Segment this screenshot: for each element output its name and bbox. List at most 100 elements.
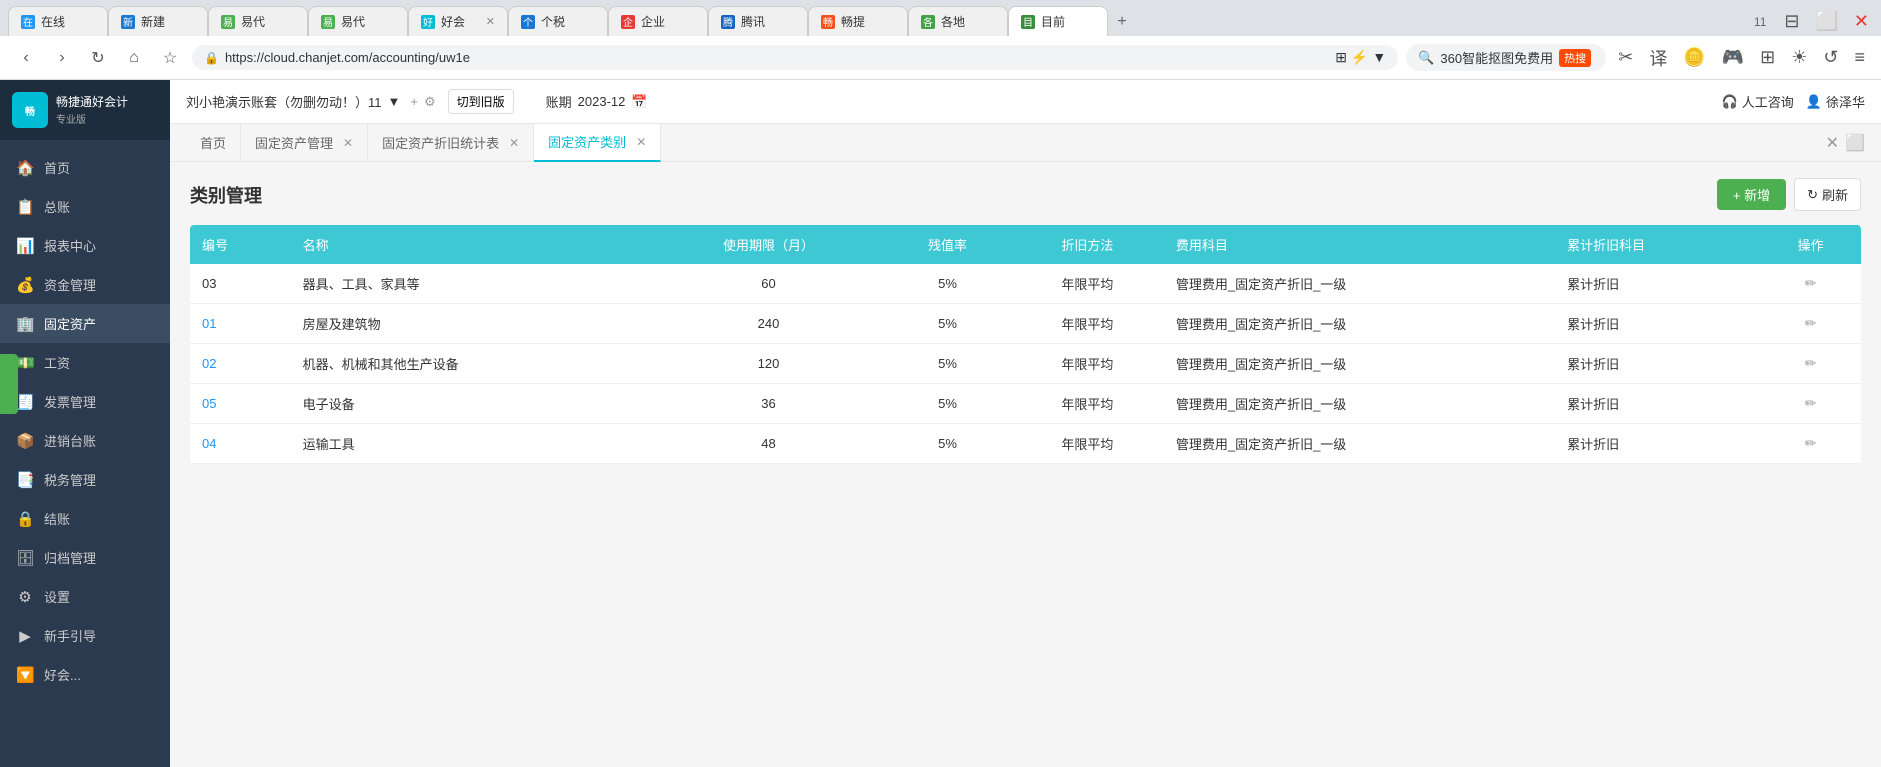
- browser-chrome: 在 在线 新 新建 易 易代 易 易代 好 好会 ✕ 个 个税 企 企业 腾: [0, 0, 1881, 80]
- restore-window-button[interactable]: ⊟: [1780, 7, 1803, 36]
- td-name-r5: 运输工具: [291, 424, 653, 464]
- game-tool[interactable]: 🎮: [1718, 43, 1748, 72]
- td-code-r2[interactable]: 01: [190, 304, 291, 344]
- sidebar-item-guide[interactable]: ▶ 新手引导: [0, 616, 170, 655]
- browser-tab-qiye[interactable]: 企 企业: [608, 6, 708, 36]
- inventory-icon: 📦: [16, 432, 34, 450]
- sidebar-item-invoice[interactable]: 🧾 发票管理: [0, 382, 170, 421]
- edit-button-r3[interactable]: ✏: [1805, 355, 1817, 371]
- refresh-button[interactable]: ↻ 刷新: [1794, 178, 1861, 211]
- coin-tool[interactable]: 🪙: [1679, 43, 1709, 72]
- forward-button[interactable]: ›: [48, 44, 76, 72]
- customer-service-button[interactable]: 🎧 人工咨询: [1722, 92, 1794, 111]
- sidebar-item-settlement[interactable]: 🔒 结账: [0, 499, 170, 538]
- home-icon: 🏠: [16, 159, 34, 177]
- sidebar-item-label-inventory: 进销台账: [44, 431, 96, 450]
- sidebar-item-inventory[interactable]: 📦 进销台账: [0, 421, 170, 460]
- reload-button[interactable]: ↻: [84, 44, 112, 72]
- browser-tab-gedi[interactable]: 各 各地: [908, 6, 1008, 36]
- edit-button-r4[interactable]: ✏: [1805, 395, 1817, 411]
- home-button[interactable]: ⌂: [120, 44, 148, 72]
- back-button[interactable]: ‹: [12, 44, 40, 72]
- main-content: 类别管理 + 新增 ↻ 刷新 编号 名称 使用期限（月）: [170, 162, 1881, 767]
- logo-text: 畅捷通好会计 专业版: [56, 94, 128, 126]
- tab-close-all-button[interactable]: ✕: [1826, 133, 1839, 153]
- th-residual: 残值率: [884, 225, 1011, 264]
- sidebar-item-fixed-assets[interactable]: 🏢 固定资产: [0, 304, 170, 343]
- add-account-button[interactable]: +: [410, 94, 418, 109]
- sidebar-item-tax[interactable]: 📑 税务管理: [0, 460, 170, 499]
- edit-button-r2[interactable]: ✏: [1805, 315, 1817, 331]
- history-tool[interactable]: ↺: [1819, 43, 1842, 72]
- browser-tab-geshui[interactable]: 个 个税: [508, 6, 608, 36]
- edit-button-r5[interactable]: ✏: [1805, 435, 1817, 451]
- td-name-r1: 器具、工具、家具等: [291, 264, 653, 304]
- td-code-r3[interactable]: 02: [190, 344, 291, 384]
- sidebar-item-more[interactable]: 🔽 好会...: [0, 655, 170, 694]
- app-header: 刘小艳演示账套（勿删勿动！）11 ▼ + ⚙ 切到旧版 账期 2023-12 📅…: [170, 80, 1881, 124]
- qr-icon[interactable]: ⊞: [1335, 49, 1347, 66]
- table-row: 04 运输工具 48 5% 年限平均 管理费用_固定资产折旧_一级 累计折旧 ✏: [190, 424, 1861, 464]
- td-code-r4[interactable]: 05: [190, 384, 291, 424]
- add-button[interactable]: + 新增: [1717, 179, 1786, 210]
- td-expense-r1: 管理费用_固定资产折旧_一级: [1164, 264, 1555, 304]
- translate-tool[interactable]: 译: [1645, 41, 1671, 75]
- browser-tab-changti[interactable]: 畅 畅提: [808, 6, 908, 36]
- calendar-button[interactable]: 📅: [631, 94, 647, 110]
- archive-icon: 🗄: [16, 549, 34, 567]
- theme-tool[interactable]: ☀: [1787, 43, 1811, 72]
- lightning-icon[interactable]: ⚡: [1351, 49, 1368, 66]
- browser-tab-zaixin[interactable]: 在 在线: [8, 6, 108, 36]
- sidebar-item-home[interactable]: 🏠 首页: [0, 148, 170, 187]
- dropdown-icon[interactable]: ▼: [1372, 49, 1386, 66]
- close-window-button[interactable]: ✕: [1850, 7, 1873, 36]
- right-panel: 刘小艳演示账套（勿删勿动！）11 ▼ + ⚙ 切到旧版 账期 2023-12 📅…: [170, 80, 1881, 767]
- switch-to-old-version-button[interactable]: 切到旧版: [448, 89, 514, 114]
- sidebar-item-reports[interactable]: 📊 报表中心: [0, 226, 170, 265]
- tab-fixed-asset-mgmt-close[interactable]: ✕: [343, 136, 353, 150]
- funds-icon: 💰: [16, 276, 34, 294]
- table-row: 05 电子设备 36 5% 年限平均 管理费用_固定资产折旧_一级 累计折旧 ✏: [190, 384, 1861, 424]
- tab-depreciation-table-close[interactable]: ✕: [509, 136, 519, 150]
- bookmark-button[interactable]: ☆: [156, 44, 184, 72]
- table-row: 03 器具、工具、家具等 60 5% 年限平均 管理费用_固定资产折旧_一级 累…: [190, 264, 1861, 304]
- td-residual-r1: 5%: [884, 264, 1011, 304]
- td-code-r5[interactable]: 04: [190, 424, 291, 464]
- address-bar[interactable]: 🔒 https://cloud.chanjet.com/accounting/u…: [192, 45, 1398, 70]
- edit-button-r1[interactable]: ✏: [1805, 275, 1817, 291]
- cut-tool[interactable]: ✂: [1614, 43, 1637, 72]
- user-dropdown-icon[interactable]: ▼: [388, 94, 401, 109]
- browser-tab-yidai1[interactable]: 易 易代: [208, 6, 308, 36]
- left-panel-button[interactable]: [0, 354, 18, 414]
- tab-home[interactable]: 首页: [186, 124, 241, 162]
- username-label: 徐泽华: [1826, 92, 1865, 111]
- td-method-r4: 年限平均: [1011, 384, 1164, 424]
- browser-tab-muqian[interactable]: 目 目前: [1008, 6, 1108, 36]
- tab-depreciation-table[interactable]: 固定资产折旧统计表 ✕: [368, 124, 534, 162]
- td-expense-r5: 管理费用_固定资产折旧_一级: [1164, 424, 1555, 464]
- tab-fixed-asset-mgmt[interactable]: 固定资产管理 ✕: [241, 124, 368, 162]
- browser-tab-xinjian[interactable]: 新 新建: [108, 6, 208, 36]
- grid-tool[interactable]: ⊞: [1756, 43, 1779, 72]
- browser-tab-tengxun[interactable]: 腾 腾讯: [708, 6, 808, 36]
- menu-tool[interactable]: ≡: [1850, 43, 1869, 72]
- sidebar-item-ledger[interactable]: 📋 总账: [0, 187, 170, 226]
- sidebar-item-settings[interactable]: ⚙ 设置: [0, 577, 170, 616]
- th-expense: 费用科目: [1164, 225, 1555, 264]
- sidebar-item-salary[interactable]: 💵 工资: [0, 343, 170, 382]
- maximize-window-button[interactable]: ⬜: [1811, 7, 1841, 36]
- logo-subtitle: 专业版: [56, 111, 128, 126]
- td-period-r4: 36: [653, 384, 884, 424]
- tab-asset-category-close[interactable]: ✕: [636, 135, 646, 149]
- browser-tab-close-haohui[interactable]: ✕: [486, 15, 495, 28]
- search-bar[interactable]: 🔍 360智能抠图免费用 热搜: [1406, 44, 1606, 71]
- sidebar-item-archive[interactable]: 🗄 归档管理: [0, 538, 170, 577]
- tab-asset-category[interactable]: 固定资产类别 ✕: [534, 124, 661, 162]
- tab-count-badge: 11: [1748, 13, 1772, 31]
- browser-tab-yidai2[interactable]: 易 易代: [308, 6, 408, 36]
- browser-tab-haohui[interactable]: 好 好会 ✕: [408, 6, 508, 36]
- browser-new-tab-button[interactable]: +: [1108, 8, 1136, 36]
- sidebar-item-funds[interactable]: 💰 资金管理: [0, 265, 170, 304]
- account-settings-button[interactable]: ⚙: [424, 94, 436, 110]
- tab-expand-button[interactable]: ⬜: [1845, 133, 1865, 153]
